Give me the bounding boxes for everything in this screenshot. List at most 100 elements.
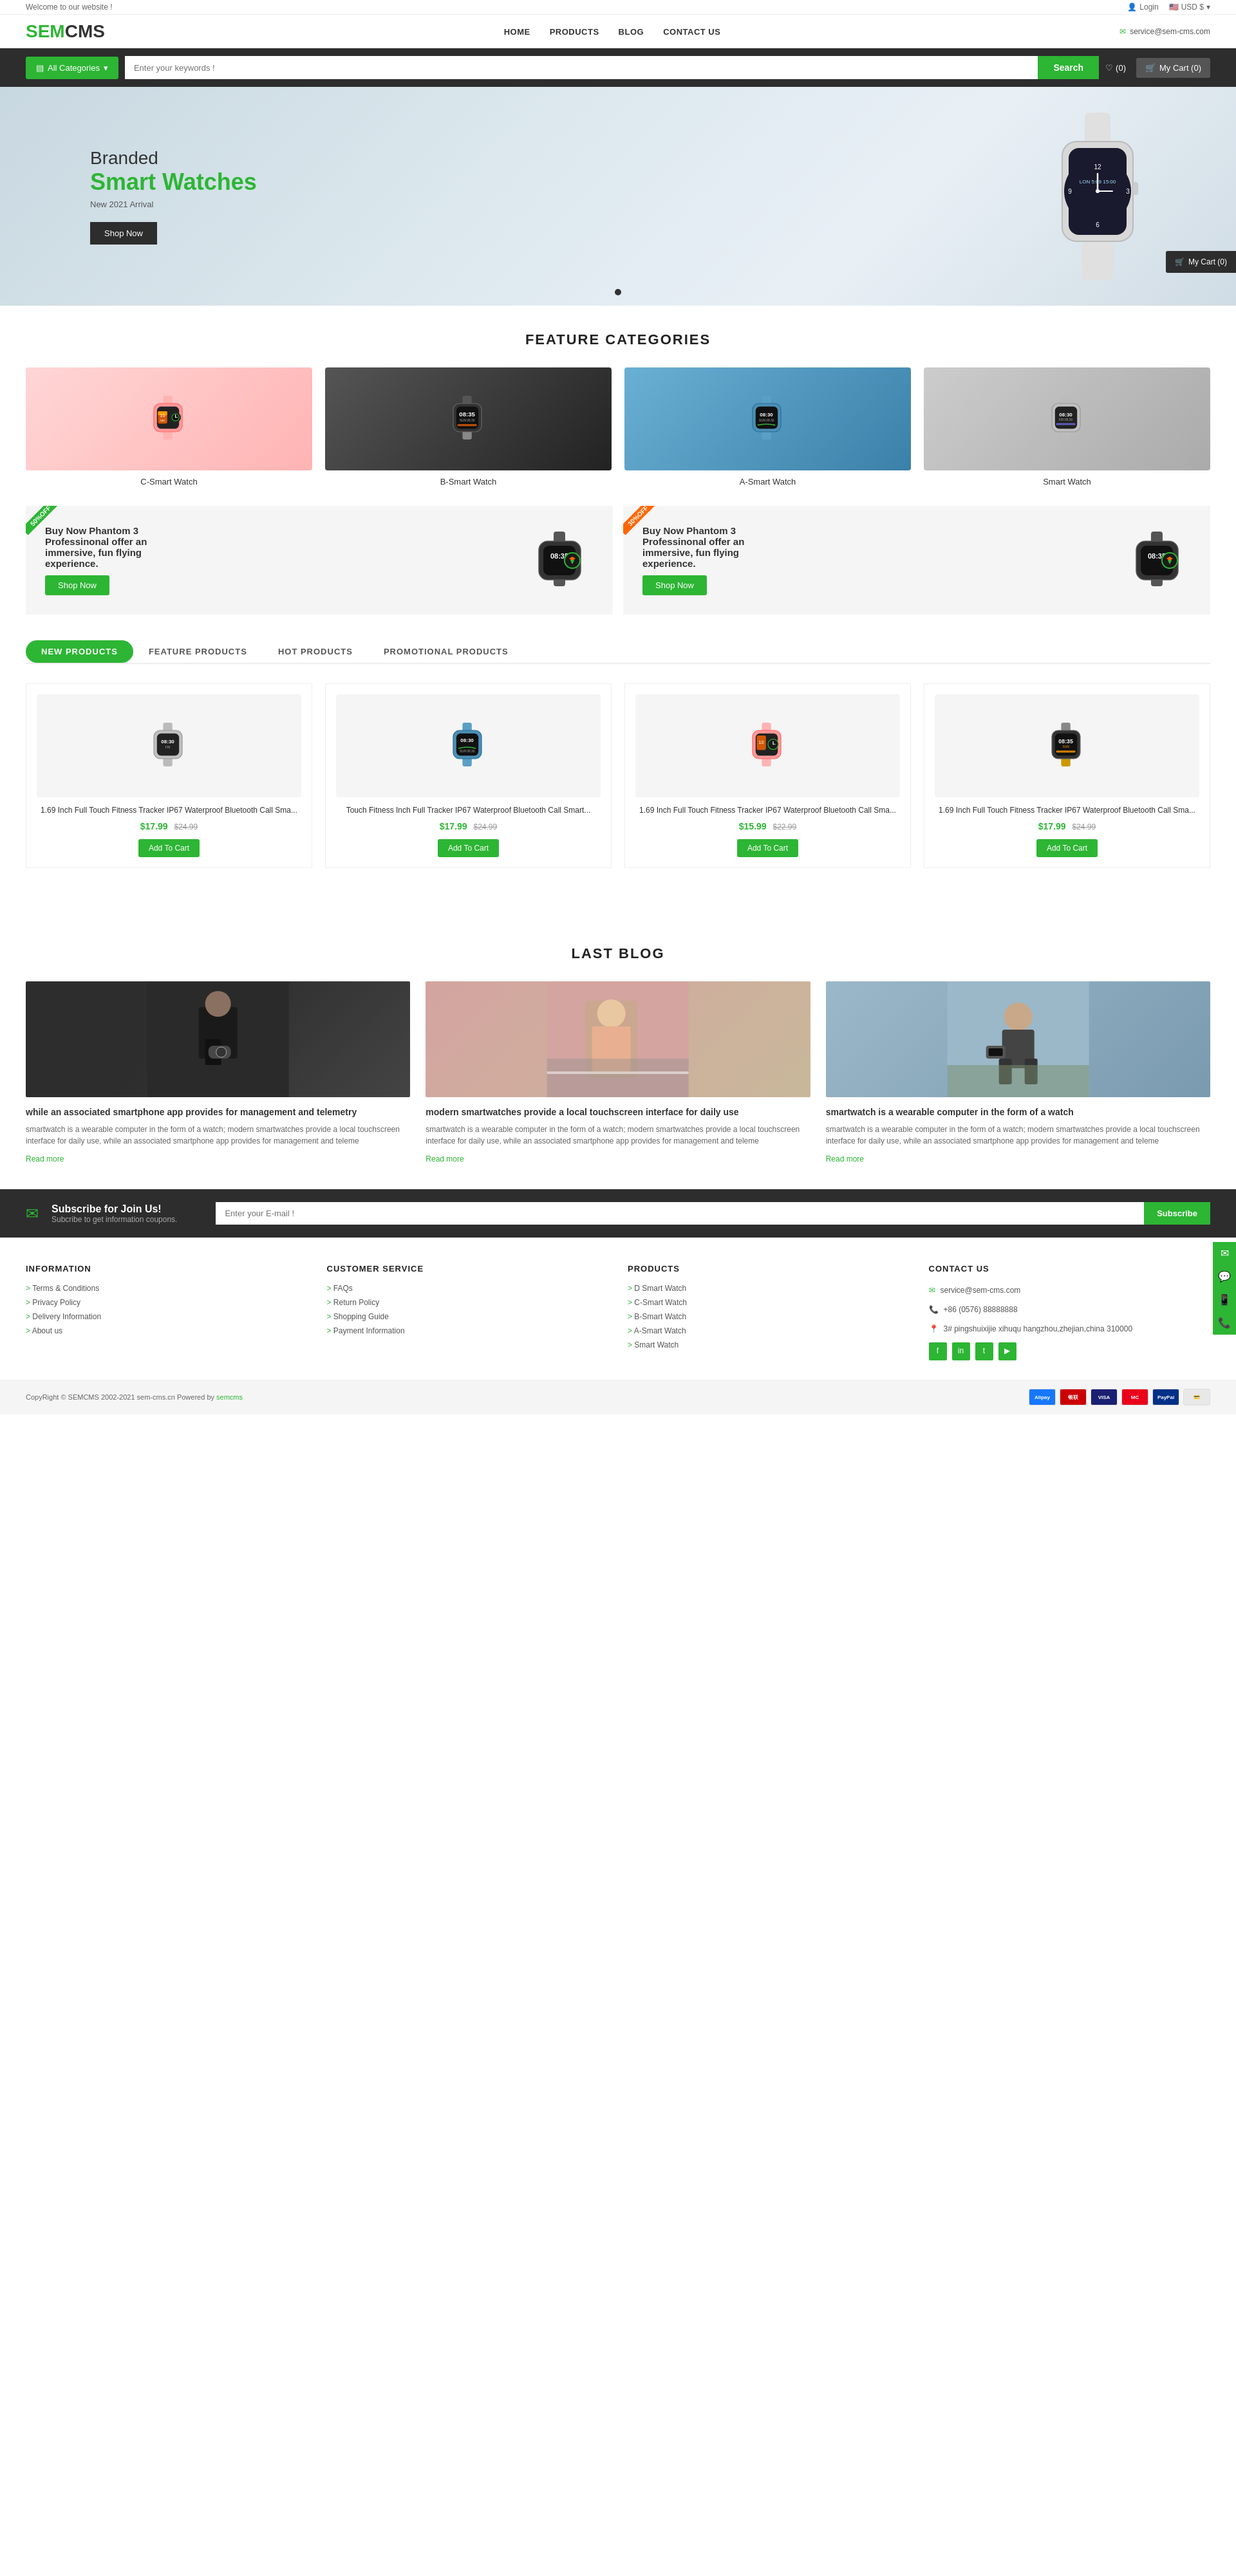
blog-img-1	[426, 981, 810, 1097]
side-skype-icon[interactable]: 💬	[1213, 1265, 1236, 1288]
tab-promotional-products[interactable]: PROMOTIONAL PRODUCTS	[368, 640, 524, 663]
svg-rect-45	[1056, 423, 1075, 425]
footer-faqs[interactable]: FAQs	[327, 1284, 609, 1293]
my-cart-float[interactable]: 🛒 My Cart (0)	[1166, 251, 1236, 273]
subscribe-button[interactable]: Subscribe	[1144, 1202, 1210, 1225]
side-phone-icon[interactable]: 📞	[1213, 1311, 1236, 1335]
main-nav: HOME PRODUCTS BLOG CONTACT US	[504, 27, 721, 37]
promo-btn-1[interactable]: Shop Now	[642, 575, 707, 595]
side-email-icon[interactable]: ✉	[1213, 1242, 1236, 1265]
product-img-2: 10	[635, 694, 900, 797]
footer-product-smart[interactable]: Smart Watch	[628, 1340, 910, 1349]
footer-product-a[interactable]: A-Smart Watch	[628, 1326, 910, 1335]
product-card-2[interactable]: 10 1.69 Inch Full Touch Fitness Tracker …	[624, 683, 911, 868]
promo-badge-0: 50%OFF	[26, 506, 58, 535]
subscribe-input[interactable]	[216, 1202, 1144, 1225]
social-twitter[interactable]: t	[975, 1342, 993, 1360]
category-card-3[interactable]: 08:30 FRI 08.30 Smart Watch	[924, 367, 1210, 486]
email-icon: ✉	[1119, 27, 1126, 36]
header: SEMCMS HOME PRODUCTS BLOG CONTACT US ✉ s…	[0, 15, 1236, 48]
svg-point-11	[1096, 189, 1100, 193]
blog-grid: while an associated smartphone app provi…	[26, 981, 1210, 1164]
read-more-0[interactable]: Read more	[26, 1154, 64, 1163]
blog-excerpt-0: smartwatch is a wearable computer in the…	[26, 1124, 410, 1147]
social-icons: f in t ▶	[929, 1342, 1211, 1360]
payment-mastercard: MC	[1121, 1389, 1148, 1405]
svg-rect-97	[547, 1071, 689, 1074]
promo-title-0: Buy Now Phantom 3 Professinonal offer an…	[45, 525, 174, 569]
category-name-3: Smart Watch	[924, 477, 1210, 486]
tab-hot-products[interactable]: HOT PRODUCTS	[263, 640, 368, 663]
add-to-cart-3[interactable]: Add To Cart	[1036, 839, 1098, 857]
svg-text:10: 10	[160, 412, 165, 418]
footer-terms[interactable]: Terms & Conditions	[26, 1284, 308, 1293]
cart-button[interactable]: 🛒 My Cart (0)	[1136, 58, 1210, 78]
nav-products[interactable]: PRODUCTS	[550, 27, 599, 37]
promo-btn-0[interactable]: Shop Now	[45, 575, 109, 595]
hero-cta-button[interactable]: Shop Now	[90, 222, 157, 245]
nav-blog[interactable]: BLOG	[619, 27, 644, 37]
social-youtube[interactable]: ▶	[998, 1342, 1016, 1360]
footer-about[interactable]: About us	[26, 1326, 308, 1335]
category-card-0[interactable]: 10 SAT C-Smart Watch	[26, 367, 312, 486]
category-img-1: 08:35 SUN 08.30	[325, 367, 612, 470]
footer-products: PRODUCTS D Smart Watch C-Smart Watch B-S…	[628, 1264, 910, 1360]
currency-selector[interactable]: 🇺🇸 USD $ ▾	[1169, 3, 1210, 12]
footer-email-icon: ✉	[929, 1284, 935, 1298]
category-name-1: B-Smart Watch	[325, 477, 612, 486]
nav-contact[interactable]: CONTACT US	[663, 27, 720, 37]
footer-privacy[interactable]: Privacy Policy	[26, 1298, 308, 1307]
search-wrapper: Search	[125, 56, 1099, 79]
footer-info-title: INFORMATION	[26, 1264, 308, 1274]
search-input[interactable]	[125, 56, 1038, 79]
logo[interactable]: SEMCMS	[26, 21, 105, 42]
tab-feature-products[interactable]: FEATURE PRODUCTS	[133, 640, 263, 663]
category-card-2[interactable]: 08:30 SUN 08.30 A-Smart Watch	[624, 367, 911, 486]
svg-text:08:30: 08:30	[1059, 412, 1072, 418]
footer-delivery[interactable]: Delivery Information	[26, 1312, 308, 1321]
product-name-3: 1.69 Inch Full Touch Fitness Tracker IP6…	[935, 805, 1199, 816]
copyright-link[interactable]: semcms	[216, 1393, 243, 1401]
search-button[interactable]: Search	[1038, 56, 1099, 79]
add-to-cart-2[interactable]: Add To Cart	[737, 839, 798, 857]
categories-grid: 10 SAT C-Smart Watch 08:35 SUN 08	[26, 367, 1210, 486]
footer-return[interactable]: Return Policy	[327, 1298, 609, 1307]
payment-unionpay: 银联	[1060, 1389, 1087, 1405]
categories-button[interactable]: ▤ All Categories ▾	[26, 57, 118, 79]
hero-line2: Smart Watches	[90, 169, 257, 196]
category-card-1[interactable]: 08:35 SUN 08.30 B-Smart Watch	[325, 367, 612, 486]
product-img-1: 08:30 SUN 08.30	[336, 694, 601, 797]
product-card-1[interactable]: 08:30 SUN 08.30 Touch Fitness Inch Full …	[325, 683, 612, 868]
social-linkedin[interactable]: in	[952, 1342, 970, 1360]
footer-shopping[interactable]: Shopping Guide	[327, 1312, 609, 1321]
read-more-1[interactable]: Read more	[426, 1154, 464, 1163]
category-img-2: 08:30 SUN 08.30	[624, 367, 911, 470]
side-whatsapp-icon[interactable]: 📱	[1213, 1288, 1236, 1311]
social-facebook[interactable]: f	[929, 1342, 947, 1360]
read-more-2[interactable]: Read more	[826, 1154, 864, 1163]
blog-title-0: while an associated smartphone app provi…	[26, 1106, 410, 1119]
promo-text-0: Buy Now Phantom 3 Professinonal offer an…	[45, 525, 174, 595]
footer-product-b[interactable]: B-Smart Watch	[628, 1312, 910, 1321]
hero-dot-1[interactable]	[615, 289, 621, 295]
footer-product-d[interactable]: D Smart Watch	[628, 1284, 910, 1293]
blog-title-1: modern smartwatches provide a local touc…	[426, 1106, 810, 1119]
footer-payment[interactable]: Payment Information	[327, 1326, 609, 1335]
tab-new-products[interactable]: NEW PRODUCTS	[26, 640, 133, 663]
add-to-cart-0[interactable]: Add To Cart	[138, 839, 200, 857]
nav-home[interactable]: HOME	[504, 27, 530, 37]
product-card-3[interactable]: 08:35 SUN 1.69 Inch Full Touch Fitness T…	[924, 683, 1210, 868]
blog-title: LAST BLOG	[26, 945, 1210, 962]
blog-title-2: smartwatch is a wearable computer in the…	[826, 1106, 1210, 1119]
footer-location-icon: 📍	[929, 1322, 939, 1337]
svg-rect-32	[457, 424, 476, 426]
login-btn[interactable]: 👤 Login	[1127, 3, 1158, 12]
footer-contact-title: CONTACT US	[929, 1264, 1211, 1274]
wishlist-btn[interactable]: ♡ (0)	[1105, 63, 1126, 73]
footer-product-c[interactable]: C-Smart Watch	[628, 1298, 910, 1307]
add-to-cart-1[interactable]: Add To Cart	[438, 839, 499, 857]
product-card-0[interactable]: 08:30 FRI 1.69 Inch Full Touch Fitness T…	[26, 683, 312, 868]
footer-contact-details: ✉ service@sem-cms.com 📞 +86 (0576) 88888…	[929, 1284, 1211, 1360]
svg-text:08:30: 08:30	[161, 739, 174, 745]
product-tabs: NEW PRODUCTS FEATURE PRODUCTS HOT PRODUC…	[26, 640, 1210, 664]
